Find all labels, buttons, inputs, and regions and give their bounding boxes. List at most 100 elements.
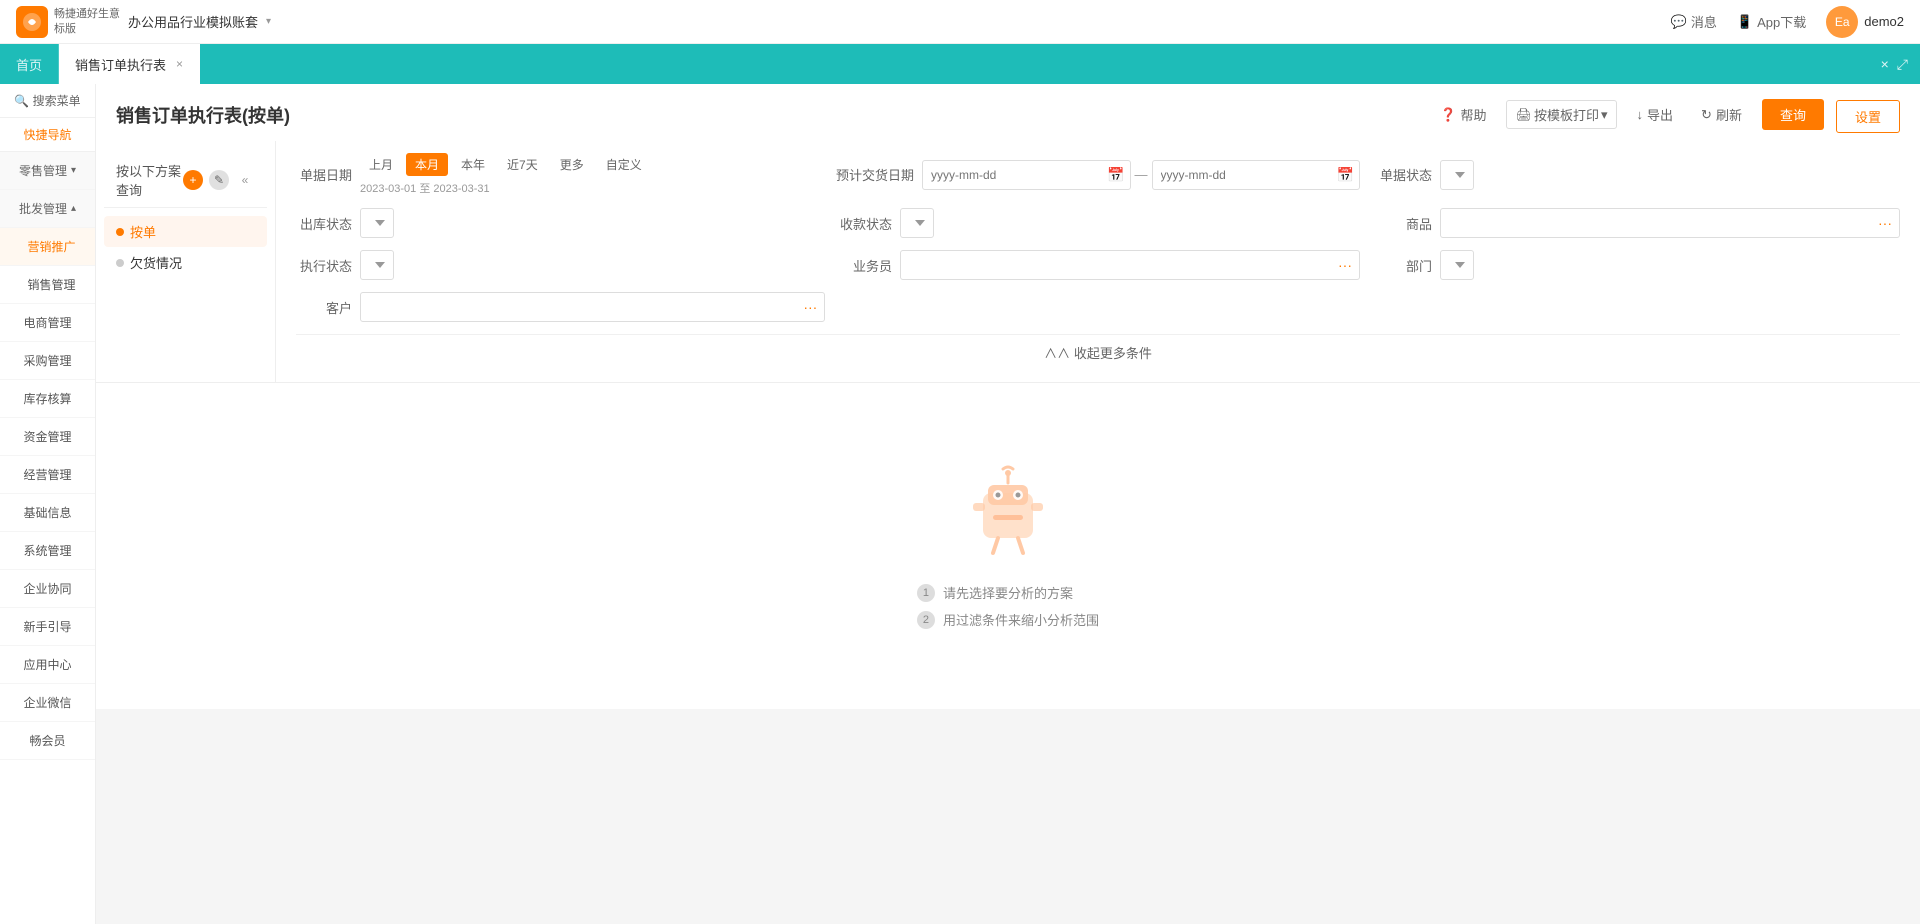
empty-tips: 1 请先选择要分析的方案 2 用过滤条件来缩小分析范围 [917,583,1099,629]
empty-tip-1: 1 请先选择要分析的方案 [917,583,1099,602]
sidebar-item-member[interactable]: 畅会员 [0,722,95,760]
date-tab-7days[interactable]: 近7天 [498,153,547,176]
tip-num-2: 2 [917,611,935,629]
filter-fields-area: 单据日期 上月 本月 本年 近7天 更多 自定义 2023-03-01 至 20… [276,141,1920,382]
empty-state: 1 请先选择要分析的方案 2 用过滤条件来缩小分析范围 [96,383,1920,709]
filter-scheme-item-shortage[interactable]: 欠货情况 [104,247,267,278]
salesperson-input-wrap: ··· [900,250,1360,280]
salesperson-input[interactable] [900,250,1360,280]
sidebar-item-marketing[interactable]: 营销推广 [0,228,95,266]
header-right: 💬 消息 📱 App下载 Ea demo2 [1671,6,1904,38]
setting-button[interactable]: 设置 [1836,100,1900,133]
filter-goods-field: 商品 ··· [1376,208,1900,238]
app-title-bar[interactable]: 办公用品行业模拟账套 ▾ [128,12,271,31]
help-btn[interactable]: ❓ 帮助 [1432,101,1494,128]
receipt-status-select[interactable] [900,208,934,238]
receipt-status-select-wrap [900,208,1360,238]
date-tab-last-month[interactable]: 上月 [360,153,402,176]
tab-sales-order[interactable]: 销售订单执行表 × [59,44,200,84]
sidebar-item-ecommerce[interactable]: 电商管理 [0,304,95,342]
message-btn[interactable]: 💬 消息 [1671,12,1717,31]
filter-out-status-field: 出库状态 [296,208,820,238]
date-separator: — [1135,167,1148,182]
dept-select[interactable] [1440,250,1474,280]
out-status-label: 出库状态 [296,214,352,233]
refresh-icon: ↻ [1701,107,1712,123]
search-icon: 🔍 [14,94,29,108]
page-title: 销售订单执行表(按单) [116,102,290,128]
export-icon: ↓ [1637,107,1644,122]
sidebar-item-purchase[interactable]: 采购管理 [0,342,95,380]
filter-scheme-edit-btn[interactable]: ✎ [209,170,229,190]
goods-label: 商品 [1376,214,1432,233]
filter-scheme-collapse-btn[interactable]: « [235,170,255,190]
export-btn[interactable]: ↓ 导出 [1629,101,1682,128]
window-expand-btn[interactable]: ⤢ [1897,56,1908,73]
tab-close-icon[interactable]: × [176,57,183,71]
filter-scheme-header: 按以下方案查询 + ✎ « [104,153,267,208]
date-tab-more[interactable]: 更多 [551,153,593,176]
filter-scheme-title: 按以下方案查询 [116,161,183,199]
header-left: 畅捷通好生意 标版 办公用品行业模拟账套 ▾ [16,6,271,38]
date-label: 单据日期 [296,165,352,184]
filter-scheme-item-order[interactable]: 按单 [104,216,267,247]
filter-scheme-add-btn[interactable]: + [183,170,203,190]
empty-tip-2: 2 用过滤条件来缩小分析范围 [917,610,1099,629]
date-tab-custom[interactable]: 自定义 [597,153,651,176]
expected-date-range: 📅 — 📅 [922,160,1360,190]
goods-input[interactable] [1440,208,1900,238]
sidebar-item-retail[interactable]: 零售管理 ▾ [0,152,95,190]
customer-input-wrap: ··· [360,292,825,322]
filter-scheme-panel: 按以下方案查询 + ✎ « 按单 欠货情况 [96,141,276,382]
print-dropdown-arrow: ▾ [1601,107,1608,123]
sidebar-item-finance[interactable]: 资金管理 [0,418,95,456]
window-close-btn[interactable]: × [1881,56,1889,72]
sidebar-item-inventory[interactable]: 库存核算 [0,380,95,418]
date-tab-this-year[interactable]: 本年 [452,153,494,176]
expected-date-end[interactable] [1152,160,1361,190]
empty-icon [958,463,1058,563]
out-status-select[interactable] [360,208,394,238]
print-icon: 🖨 [1515,107,1532,123]
sidebar-item-newbie[interactable]: 新手引导 [0,608,95,646]
exec-status-select[interactable] [360,250,394,280]
doc-status-label: 单据状态 [1376,165,1432,184]
salesperson-label: 业务员 [836,256,892,275]
query-button[interactable]: 查询 [1762,99,1824,130]
user-info[interactable]: Ea demo2 [1826,6,1904,38]
page-actions: ❓ 帮助 🖨 按模板打印 ▾ ↓ 导出 ↻ 刷新 查询 设置 [1432,96,1900,133]
date-tab-this-month[interactable]: 本月 [406,153,448,176]
sidebar-item-sales[interactable]: 销售管理 [0,266,95,304]
filter-row-4: 客户 ··· [296,292,1900,322]
logo-text: 畅捷通好生意 标版 [54,7,120,36]
print-btn[interactable]: 🖨 按模板打印 ▾ [1506,100,1616,129]
customer-input[interactable] [360,292,825,322]
sidebar-item-wechat[interactable]: 企业微信 [0,684,95,722]
expected-date-start[interactable] [922,160,1131,190]
user-name: demo2 [1864,14,1904,29]
message-icon: 💬 [1671,14,1687,30]
sidebar-item-app-center[interactable]: 应用中心 [0,646,95,684]
sidebar-item-system[interactable]: 系统管理 [0,532,95,570]
sidebar-quick-nav[interactable]: 快捷导航 [0,118,95,152]
filter-collapse-btn[interactable]: ∧∧ 收起更多条件 [296,334,1900,370]
sidebar-item-basic[interactable]: 基础信息 [0,494,95,532]
filter-date-field: 单据日期 上月 本月 本年 近7天 更多 自定义 2023-03-01 至 20… [296,153,820,196]
sidebar: 🔍 搜索菜单 快捷导航 零售管理 ▾ 批发管理 ▴ 营销推广 销售管理 电商管理… [0,84,96,924]
goods-input-wrap: ··· [1440,208,1900,238]
sidebar-item-enterprise[interactable]: 企业协同 [0,570,95,608]
filter-customer-field: 客户 ··· [296,292,825,322]
sidebar-item-operations[interactable]: 经营管理 [0,456,95,494]
tab-home[interactable]: 首页 [0,44,59,84]
app-title-dropdown-icon[interactable]: ▾ [266,16,271,27]
sidebar-item-wholesale[interactable]: 批发管理 ▴ [0,190,95,228]
refresh-btn[interactable]: ↻ 刷新 [1693,101,1750,128]
sidebar-search[interactable]: 🔍 搜索菜单 [0,84,95,118]
exec-status-label: 执行状态 [296,256,352,275]
expected-date-label: 预计交货日期 [836,165,914,184]
doc-status-select[interactable] [1440,160,1474,190]
doc-status-select-wrap [1440,160,1900,190]
filter-exec-status-field: 执行状态 [296,250,820,280]
app-download-btn[interactable]: 📱 App下载 [1737,12,1806,31]
tab-bar-right: × ⤢ [1881,56,1920,73]
